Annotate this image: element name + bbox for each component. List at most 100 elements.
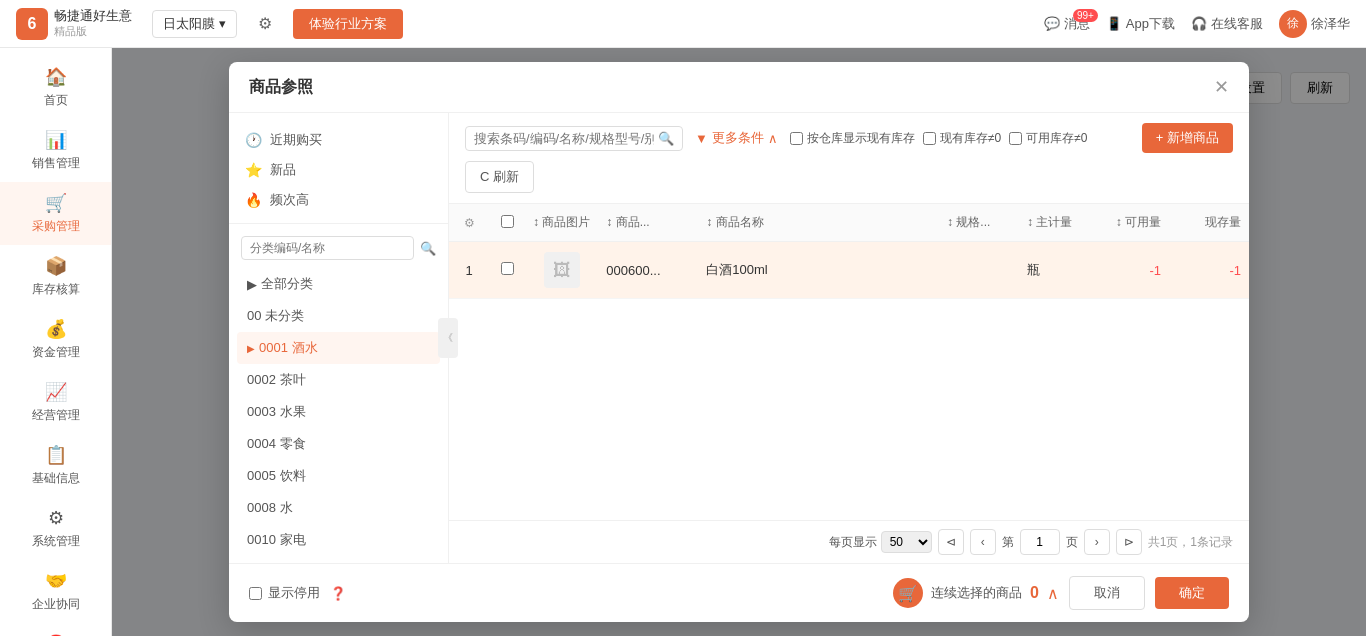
content-area: 查询 设置 刷新 商品参照 ✕ 🕐: [112, 48, 1366, 636]
cat-00[interactable]: 00 未分类: [237, 300, 440, 332]
phone-icon: 📱: [1106, 16, 1122, 31]
modal-close-button[interactable]: ✕: [1214, 76, 1229, 98]
cell-avail: -1: [1089, 242, 1169, 299]
user-item[interactable]: 徐 徐泽华: [1279, 10, 1350, 38]
sidebar-item-system[interactable]: ⚙ 系统管理: [0, 497, 111, 560]
cat-0008[interactable]: 0008 水: [237, 492, 440, 524]
show-disabled-checkbox-label[interactable]: 显示停用: [249, 584, 320, 602]
sidebar-item-guide[interactable]: 🎯 新手引导: [0, 623, 111, 636]
main-layout: 🏠 首页 📊 销售管理 🛒 采购管理 📦 库存核算 💰 资金管理 📈 经营管理 …: [0, 48, 1366, 636]
right-panel: 🔍 ▼ 更多条件 ∧ 按仓库显示现有库存: [449, 113, 1249, 563]
filter-icon: ▼: [695, 131, 708, 146]
inventory-icon: 📦: [45, 255, 67, 277]
cancel-button[interactable]: 取消: [1069, 576, 1145, 610]
app-download-item[interactable]: 📱 App下载: [1106, 15, 1175, 33]
product-table: ⚙ ↕ 商品图片: [449, 204, 1249, 299]
sidebar-item-corp[interactable]: 🤝 企业协同: [0, 560, 111, 623]
modal-title: 商品参照: [249, 77, 313, 98]
stock-checkbox-input[interactable]: [923, 132, 936, 145]
more-filter-button[interactable]: ▼ 更多条件 ∧: [691, 125, 782, 151]
modal-footer: 显示停用 ❓ 🛒 连续选择的商品 0 ∧ 取消 确定: [229, 563, 1249, 622]
confirm-button[interactable]: 确定: [1155, 577, 1229, 609]
cart-icon: 🛒: [893, 578, 923, 608]
toolbar: 🔍 ▼ 更多条件 ∧ 按仓库显示现有库存: [449, 113, 1249, 204]
page-size-select-input[interactable]: 50 100 200: [881, 531, 932, 553]
frequent-filter[interactable]: 🔥 频次高: [237, 185, 440, 215]
th-num: ⚙: [449, 204, 489, 242]
cart-area: 🛒 连续选择的商品 0 ∧: [893, 578, 1059, 608]
product-table-container: ⚙ ↕ 商品图片: [449, 204, 1249, 520]
star-icon: ⭐: [245, 162, 262, 178]
chevron-up-icon: ∧: [768, 131, 778, 146]
modal-dialog: 商品参照 ✕ 🕐 近期购买 ⭐ 新: [229, 62, 1249, 622]
left-panel: 🕐 近期购买 ⭐ 新品 🔥 频次高: [229, 113, 449, 563]
fire-icon: 🔥: [245, 192, 262, 208]
sidebar-item-sales[interactable]: 📊 销售管理: [0, 119, 111, 182]
chevron-down-icon: ▾: [219, 16, 226, 31]
cell-check: [489, 242, 525, 299]
branch-selector[interactable]: 日太阳膜 ▾: [152, 10, 237, 38]
category-search-input[interactable]: [241, 236, 414, 260]
cat-0002[interactable]: 0002 茶叶: [237, 364, 440, 396]
sidebar-item-home[interactable]: 🏠 首页: [0, 56, 111, 119]
fold-cart-button[interactable]: ∧: [1047, 584, 1059, 603]
cat-0004[interactable]: 0004 零食: [237, 428, 440, 460]
service-item[interactable]: 🎧 在线客服: [1191, 15, 1263, 33]
sidebar-item-operation[interactable]: 📈 经营管理: [0, 371, 111, 434]
cat-0003[interactable]: 0003 水果: [237, 396, 440, 428]
collapse-panel-button[interactable]: 《: [438, 318, 458, 358]
th-spec: ↕ 规格...: [939, 204, 1019, 242]
navbar: 6 畅捷通好生意 精品版 日太阳膜 ▾ ⚙ 体验行业方案 💬 消息 99+ 📱 …: [0, 0, 1366, 48]
table-row[interactable]: 1 🖼: [449, 242, 1249, 299]
settings-col-icon[interactable]: ⚙: [464, 216, 475, 230]
cat-0010[interactable]: 0010 家电: [237, 524, 440, 551]
sidebar-item-purchase[interactable]: 🛒 采购管理: [0, 182, 111, 245]
warehouse-checkbox-input[interactable]: [790, 132, 803, 145]
avail-nonzero-checkbox[interactable]: 可用库存≠0: [1009, 130, 1087, 147]
cell-num: 1: [449, 242, 489, 299]
page-first-button[interactable]: ⊲: [938, 529, 964, 555]
cell-name: 白酒100ml: [698, 242, 939, 299]
select-all-checkbox[interactable]: [501, 215, 514, 228]
cta-button[interactable]: 体验行业方案: [293, 9, 403, 39]
page-size-selector: 每页显示 50 100 200: [829, 531, 932, 553]
cat-0005[interactable]: 0005 饮料: [237, 460, 440, 492]
product-search-input[interactable]: [474, 131, 654, 146]
modal-overlay: 商品参照 ✕ 🕐 近期购买 ⭐ 新: [112, 48, 1366, 636]
page-total-info: 共1页，1条记录: [1148, 534, 1233, 551]
search-icon[interactable]: 🔍: [658, 131, 674, 146]
settings-icon[interactable]: ⚙: [249, 8, 281, 40]
table-header-row: ⚙ ↕ 商品图片: [449, 204, 1249, 242]
quick-filters: 🕐 近期购买 ⭐ 新品 🔥 频次高: [229, 125, 448, 215]
warehouse-filter-checkbox[interactable]: 按仓库显示现有库存: [790, 130, 915, 147]
new-product-filter[interactable]: ⭐ 新品: [237, 155, 440, 185]
th-unit: ↕ 主计量: [1019, 204, 1089, 242]
sidebar-item-basic[interactable]: 📋 基础信息: [0, 434, 111, 497]
category-search-row: 🔍: [229, 232, 448, 268]
show-disabled-checkbox[interactable]: [249, 587, 262, 600]
logo-text: 畅捷通好生意: [54, 8, 132, 24]
page-prev-button[interactable]: ‹: [970, 529, 996, 555]
sidebar-item-finance[interactable]: 💰 资金管理: [0, 308, 111, 371]
cat-all[interactable]: ▶ 全部分类: [237, 268, 440, 300]
page-last-button[interactable]: ⊳: [1116, 529, 1142, 555]
refresh-table-button[interactable]: C 刷新: [465, 161, 534, 193]
th-check: [489, 204, 525, 242]
category-search-icon[interactable]: 🔍: [420, 241, 436, 256]
cat-0001[interactable]: ▶ 0001 酒水: [237, 332, 440, 364]
stock-nonzero-checkbox[interactable]: 现有库存≠0: [923, 130, 1001, 147]
add-product-button[interactable]: + 新增商品: [1142, 123, 1233, 153]
message-badge: 99+: [1073, 9, 1098, 22]
page-next-button[interactable]: ›: [1084, 529, 1110, 555]
finance-icon: 💰: [45, 318, 67, 340]
page-number-input[interactable]: [1020, 529, 1060, 555]
logo-sub: 精品版: [54, 24, 132, 39]
active-arrow-icon: ▶: [247, 343, 255, 354]
recent-purchase-filter[interactable]: 🕐 近期购买: [237, 125, 440, 155]
sidebar-item-inventory[interactable]: 📦 库存核算: [0, 245, 111, 308]
sales-icon: 📊: [45, 129, 67, 151]
avail-checkbox-input[interactable]: [1009, 132, 1022, 145]
row-checkbox[interactable]: [501, 262, 514, 275]
help-icon[interactable]: ❓: [330, 586, 346, 601]
message-item[interactable]: 💬 消息 99+: [1044, 15, 1090, 33]
